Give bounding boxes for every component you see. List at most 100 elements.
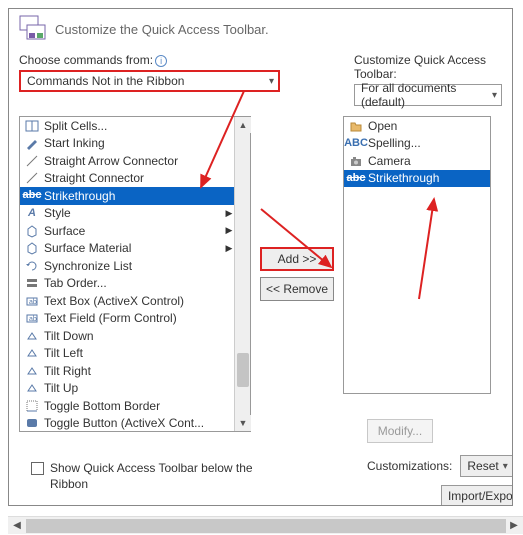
box-icon: ab bbox=[24, 293, 40, 309]
list-item-label: Tilt Up bbox=[44, 381, 220, 395]
tilt-icon bbox=[24, 363, 40, 379]
list-item-label: Tilt Left bbox=[44, 346, 220, 360]
submenu-arrow-icon: ▶ bbox=[224, 225, 234, 236]
add-button[interactable]: Add >> bbox=[260, 247, 334, 271]
split-icon bbox=[24, 118, 40, 134]
scroll-right-arrow[interactable]: ▶ bbox=[505, 517, 523, 535]
list-item-label: Strikethrough bbox=[368, 171, 490, 185]
border-icon bbox=[24, 398, 40, 414]
list-item[interactable]: Start Inking bbox=[20, 135, 234, 153]
scroll-thumb[interactable] bbox=[26, 519, 506, 533]
list-item[interactable]: abc Strikethrough bbox=[20, 187, 234, 205]
style-icon: A bbox=[24, 205, 40, 221]
chevron-down-icon: ▾ bbox=[503, 461, 508, 472]
list-item[interactable]: Tilt Up bbox=[20, 380, 234, 398]
scroll-down-arrow[interactable]: ▼ bbox=[235, 415, 251, 431]
cube-icon bbox=[24, 240, 40, 256]
cube-icon bbox=[24, 223, 40, 239]
list-item-label: Strikethrough bbox=[44, 189, 220, 203]
tilt-icon bbox=[24, 345, 40, 361]
chevron-down-icon: ▾ bbox=[269, 76, 274, 87]
list-item[interactable]: Camera bbox=[344, 152, 490, 170]
scroll-thumb[interactable] bbox=[237, 353, 249, 387]
choose-commands-value: Commands Not in the Ribbon bbox=[27, 74, 184, 88]
list-item-label: Surface bbox=[44, 224, 220, 238]
list-item-label: Spelling... bbox=[368, 136, 490, 150]
chevron-down-icon: ▾ bbox=[492, 90, 497, 101]
list-item-label: Open bbox=[368, 119, 490, 133]
toggle-icon bbox=[24, 415, 40, 431]
show-below-ribbon-checkbox[interactable] bbox=[31, 462, 44, 475]
list-item-label: Synchronize List bbox=[44, 259, 220, 273]
customize-qat-value: For all documents (default) bbox=[361, 81, 492, 109]
modify-button: Modify... bbox=[367, 419, 433, 443]
line-icon bbox=[24, 153, 40, 169]
list-item[interactable]: Tilt Right bbox=[20, 362, 234, 380]
strike-icon: abc bbox=[24, 188, 40, 204]
reset-button[interactable]: Reset▾ bbox=[460, 455, 513, 477]
list-item[interactable]: Toggle Bottom Border bbox=[20, 397, 234, 415]
list-item[interactable]: Tab Order... bbox=[20, 275, 234, 293]
list-item-label: Camera bbox=[368, 154, 490, 168]
qat-listbox[interactable]: Open ABCSpelling...Camera abc Strikethrough bbox=[343, 116, 491, 394]
list-item-label: Tilt Right bbox=[44, 364, 220, 378]
info-icon: i bbox=[155, 55, 167, 67]
list-item-label: Toggle Button (ActiveX Cont... bbox=[44, 416, 220, 430]
list-item[interactable]: ab Text Box (ActiveX Control) bbox=[20, 292, 234, 310]
dialog-title: Customize the Quick Access Toolbar. bbox=[55, 22, 269, 37]
list-item[interactable]: Tilt Left bbox=[20, 345, 234, 363]
list-item-label: Straight Arrow Connector bbox=[44, 154, 220, 168]
scrollbar[interactable]: ▲ ▼ bbox=[234, 117, 250, 431]
list-item[interactable]: Surface Material ▶ bbox=[20, 240, 234, 258]
list-item-label: Straight Connector bbox=[44, 171, 220, 185]
list-item[interactable]: Split Cells... bbox=[20, 117, 234, 135]
list-item-label: Tab Order... bbox=[44, 276, 220, 290]
choose-commands-label: Choose commands from:i bbox=[19, 53, 280, 67]
list-item-label: Style bbox=[44, 206, 220, 220]
strike-icon: abc bbox=[348, 170, 364, 186]
svg-text:ab: ab bbox=[29, 316, 37, 323]
ink-icon bbox=[24, 135, 40, 151]
list-item-label: Split Cells... bbox=[44, 119, 220, 133]
list-item[interactable]: Synchronize List bbox=[20, 257, 234, 275]
remove-button[interactable]: << Remove bbox=[260, 277, 334, 301]
submenu-arrow-icon: ▶ bbox=[224, 208, 234, 219]
list-item[interactable]: Tilt Down bbox=[20, 327, 234, 345]
tilt-icon bbox=[24, 380, 40, 396]
list-item[interactable]: abc Strikethrough bbox=[344, 170, 490, 188]
customize-qat-dropdown[interactable]: For all documents (default) ▾ bbox=[354, 84, 502, 106]
open-icon bbox=[348, 118, 364, 134]
box-icon: ab bbox=[24, 310, 40, 326]
list-item[interactable]: Surface ▶ bbox=[20, 222, 234, 240]
list-item-label: Surface Material bbox=[44, 241, 220, 255]
list-item[interactable]: Toggle Button (ActiveX Cont... bbox=[20, 415, 234, 432]
submenu-arrow-icon: ▶ bbox=[224, 243, 234, 254]
svg-text:ab: ab bbox=[29, 299, 37, 306]
list-item[interactable]: Open bbox=[344, 117, 490, 135]
horizontal-scrollbar[interactable]: ◀ ▶ bbox=[8, 516, 523, 534]
list-item[interactable]: A Style ▶ bbox=[20, 205, 234, 223]
scroll-up-arrow[interactable]: ▲ bbox=[235, 117, 251, 133]
list-item-label: Text Field (Form Control) bbox=[44, 311, 220, 325]
list-item[interactable]: ab Text Field (Form Control) bbox=[20, 310, 234, 328]
list-item-label: Text Box (ActiveX Control) bbox=[44, 294, 220, 308]
list-item-label: Toggle Bottom Border bbox=[44, 399, 220, 413]
show-below-ribbon-label: Show Quick Access Toolbar below the Ribb… bbox=[50, 461, 281, 492]
tilt-icon bbox=[24, 328, 40, 344]
camera-icon bbox=[348, 153, 364, 169]
commands-listbox[interactable]: Split Cells... Start Inking Straight Arrow… bbox=[19, 116, 251, 432]
customizations-label: Customizations: bbox=[367, 459, 452, 473]
customize-qat-label: Customize Quick Access Toolbar: bbox=[354, 53, 502, 81]
scroll-left-arrow[interactable]: ◀ bbox=[8, 517, 26, 535]
list-item[interactable]: Straight Connector bbox=[20, 170, 234, 188]
sync-icon bbox=[24, 258, 40, 274]
list-item[interactable]: Straight Arrow Connector bbox=[20, 152, 234, 170]
list-item-label: Tilt Down bbox=[44, 329, 220, 343]
list-item-label: Start Inking bbox=[44, 136, 220, 150]
import-export-button[interactable]: Import/Export bbox=[441, 485, 513, 506]
choose-commands-dropdown[interactable]: Commands Not in the Ribbon ▾ bbox=[19, 70, 280, 92]
quick-access-icon bbox=[19, 15, 47, 43]
line-icon bbox=[24, 170, 40, 186]
list-item[interactable]: ABCSpelling... bbox=[344, 135, 490, 153]
tab-icon bbox=[24, 275, 40, 291]
